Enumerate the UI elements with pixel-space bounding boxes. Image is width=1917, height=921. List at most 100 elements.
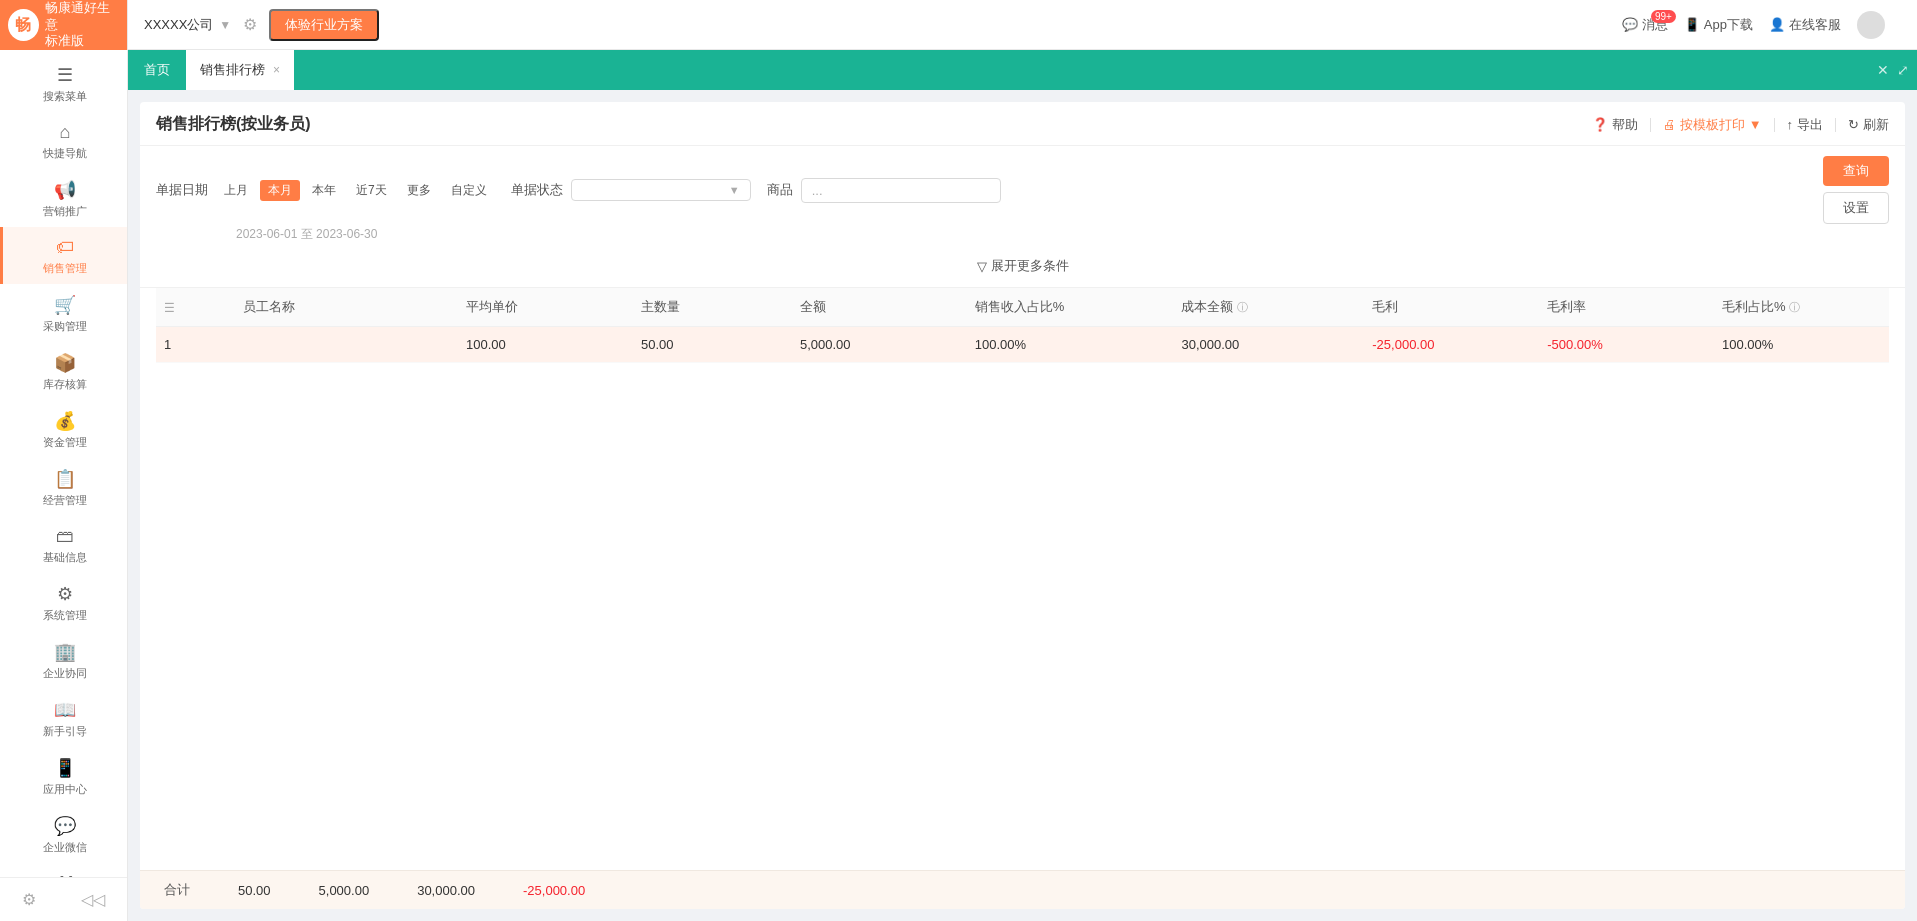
- company-selector[interactable]: XXXXX公司 ▼: [144, 16, 231, 34]
- print-icon: 🖨: [1663, 117, 1676, 132]
- query-button[interactable]: 查询: [1823, 156, 1889, 186]
- tab-close-icon[interactable]: ×: [273, 63, 280, 77]
- sidebar-item-operation[interactable]: 📋 经营管理: [0, 458, 127, 516]
- refresh-icon: ↻: [1848, 117, 1859, 132]
- date-opt-thismonth[interactable]: 本月: [260, 180, 300, 201]
- sales-icon: 🏷: [56, 237, 74, 258]
- th-avgprice: 平均单价: [458, 288, 633, 327]
- marketing-icon: 📢: [54, 179, 76, 201]
- topbar-gear-icon[interactable]: ⚙: [243, 15, 257, 34]
- sidebar-item-purchase[interactable]: 🛒 采购管理: [0, 284, 127, 342]
- refresh-button[interactable]: ↻ 刷新: [1848, 116, 1889, 134]
- operation-icon: 📋: [54, 468, 76, 490]
- tabbar: 首页 销售排行榜 × ✕ ⤢: [128, 50, 1917, 90]
- finance-icon: 💰: [54, 410, 76, 432]
- ranking-table: ☰ 员工名称 平均单价 主数量 全额 销售收入占比% 成本全额 ⓘ 毛利: [156, 288, 1889, 363]
- date-opt-thisyear[interactable]: 本年: [304, 180, 344, 201]
- date-opt-custom[interactable]: 自定义: [443, 180, 495, 201]
- status-select[interactable]: ▼: [571, 179, 751, 201]
- sidebar-item-system[interactable]: ⚙ 系统管理: [0, 573, 127, 631]
- basicinfo-icon: 🗃: [56, 526, 74, 547]
- tab-restore-icon[interactable]: ⤢: [1897, 62, 1909, 78]
- goods-input-value: ...: [812, 183, 823, 198]
- sidebar-item-marketing[interactable]: 📢 营销推广: [0, 169, 127, 227]
- print-arrow-icon: ▼: [1749, 117, 1762, 132]
- th-gross: 毛利: [1364, 288, 1539, 327]
- date-opt-lastmonth[interactable]: 上月: [216, 180, 256, 201]
- cell-name: [235, 327, 458, 363]
- footer-qty: 50.00: [238, 883, 271, 898]
- sidebar-item-search[interactable]: ☰ 搜索菜单: [0, 54, 127, 112]
- sidebar-bottom: ⚙ ◁◁: [0, 877, 127, 921]
- company-arrow-icon: ▼: [219, 18, 231, 32]
- cell-qty: 50.00: [633, 327, 792, 363]
- grosspct-info-icon[interactable]: ⓘ: [1789, 301, 1800, 313]
- sidebar-item-finance[interactable]: 💰 资金管理: [0, 400, 127, 458]
- company-name: XXXXX公司: [144, 16, 213, 34]
- logo-text: 畅康通好生意 标准版: [45, 0, 119, 50]
- help-button[interactable]: ❓ 帮助: [1592, 116, 1638, 134]
- avatar[interactable]: [1857, 11, 1885, 39]
- message-icon: 💬: [1622, 17, 1638, 32]
- tab-home[interactable]: 首页: [128, 50, 186, 90]
- query-area: 查询 设置: [1823, 156, 1889, 224]
- page-header: 销售排行榜(按业务员) ❓ 帮助 🖨 按模板打印 ▼ ↑: [140, 102, 1905, 146]
- date-range-display: 2023-06-01 至 2023-06-30: [236, 227, 377, 241]
- collapse-sidebar-icon[interactable]: ◁◁: [73, 886, 113, 913]
- goods-input[interactable]: ...: [801, 178, 1001, 203]
- date-options: 上月 本月 本年 近7天 更多 自定义: [216, 180, 495, 201]
- action-divider3: [1835, 118, 1836, 132]
- online-service-button[interactable]: 👤 在线客服: [1769, 16, 1841, 34]
- goods-filter-group: 商品 ...: [767, 178, 1001, 203]
- column-settings-icon[interactable]: ☰: [164, 301, 175, 315]
- purchase-icon: 🛒: [54, 294, 76, 316]
- topbar: XXXXX公司 ▼ ⚙ 体验行业方案 💬 消息 99+ 📱 App下载 👤 在线…: [128, 0, 1917, 50]
- logo-icon: 畅: [8, 9, 39, 41]
- sidebar-item-basicinfo[interactable]: 🗃 基础信息: [0, 516, 127, 573]
- sidebar-item-sales[interactable]: 🏷 销售管理: [0, 227, 127, 284]
- appcenter-icon: 📱: [54, 757, 76, 779]
- cell-grosspct: 100.00%: [1714, 327, 1889, 363]
- sidebar-logo: 畅 畅康通好生意 标准版: [0, 0, 127, 50]
- table-header-row: ☰ 员工名称 平均单价 主数量 全额 销售收入占比% 成本全额 ⓘ 毛利: [156, 288, 1889, 327]
- th-salespct: 销售收入占比%: [967, 288, 1174, 327]
- search-orders-icon: ☰: [57, 64, 73, 86]
- sidebar-item-wechat[interactable]: 💬 企业微信: [0, 805, 127, 863]
- sidebar-item-inventory[interactable]: 📦 库存核算: [0, 342, 127, 400]
- sidebar-item-enterprise[interactable]: 🏢 企业协同: [0, 631, 127, 689]
- cost-info-icon[interactable]: ⓘ: [1237, 301, 1248, 313]
- action-divider: [1650, 118, 1651, 132]
- sidebar-item-quicknav[interactable]: ⌂ 快捷导航: [0, 112, 127, 169]
- th-cost: 成本全额 ⓘ: [1173, 288, 1364, 327]
- date-opt-7days[interactable]: 近7天: [348, 180, 395, 201]
- th-amount: 全额: [792, 288, 967, 327]
- date-opt-more[interactable]: 更多: [399, 180, 439, 201]
- footer-cost: 30,000.00: [417, 883, 475, 898]
- status-filter-label: 单据状态: [511, 181, 563, 199]
- footer-gross: -25,000.00: [523, 883, 585, 898]
- table-area: ☰ 员工名称 平均单价 主数量 全额 销售收入占比% 成本全额 ⓘ 毛利: [140, 288, 1905, 870]
- th-rank: ☰: [156, 288, 235, 327]
- cell-gross: -25,000.00: [1364, 327, 1539, 363]
- sidebar-item-guide[interactable]: 📖 新手引导: [0, 689, 127, 747]
- table-row: 1 100.00 50.00 5,000.00 100.00% 30,000.0…: [156, 327, 1889, 363]
- page-container: 销售排行榜(按业务员) ❓ 帮助 🖨 按模板打印 ▼ ↑: [140, 102, 1905, 909]
- app-download-button[interactable]: 📱 App下载: [1684, 16, 1753, 34]
- topbar-right: 💬 消息 99+ 📱 App下载 👤 在线客服: [1622, 11, 1901, 39]
- tab-sales-ranking[interactable]: 销售排行榜 ×: [186, 50, 294, 90]
- filter-bar: 单据日期 上月 本月 本年 近7天 更多 自定义 单据状态: [140, 146, 1905, 288]
- sidebar-item-member[interactable]: V 畅会员: [0, 863, 127, 877]
- setting-button[interactable]: 设置: [1823, 192, 1889, 224]
- tab-close-window-icon[interactable]: ✕: [1877, 62, 1889, 78]
- expand-filter-button[interactable]: ▽ 展开更多条件: [156, 251, 1889, 277]
- sidebar-item-appcenter[interactable]: 📱 应用中心: [0, 747, 127, 805]
- print-button[interactable]: 🖨 按模板打印 ▼: [1663, 116, 1762, 134]
- export-button[interactable]: ↑ 导出: [1787, 116, 1824, 134]
- trial-button[interactable]: 体验行业方案: [269, 9, 379, 41]
- settings-bottom-icon[interactable]: ⚙: [14, 886, 44, 913]
- help-icon: ❓: [1592, 117, 1608, 132]
- message-button[interactable]: 💬 消息 99+: [1622, 16, 1668, 34]
- th-grosspct: 毛利占比% ⓘ: [1714, 288, 1889, 327]
- cell-grossrate: -500.00%: [1539, 327, 1714, 363]
- date-filter-group: 单据日期 上月 本月 本年 近7天 更多 自定义: [156, 180, 495, 201]
